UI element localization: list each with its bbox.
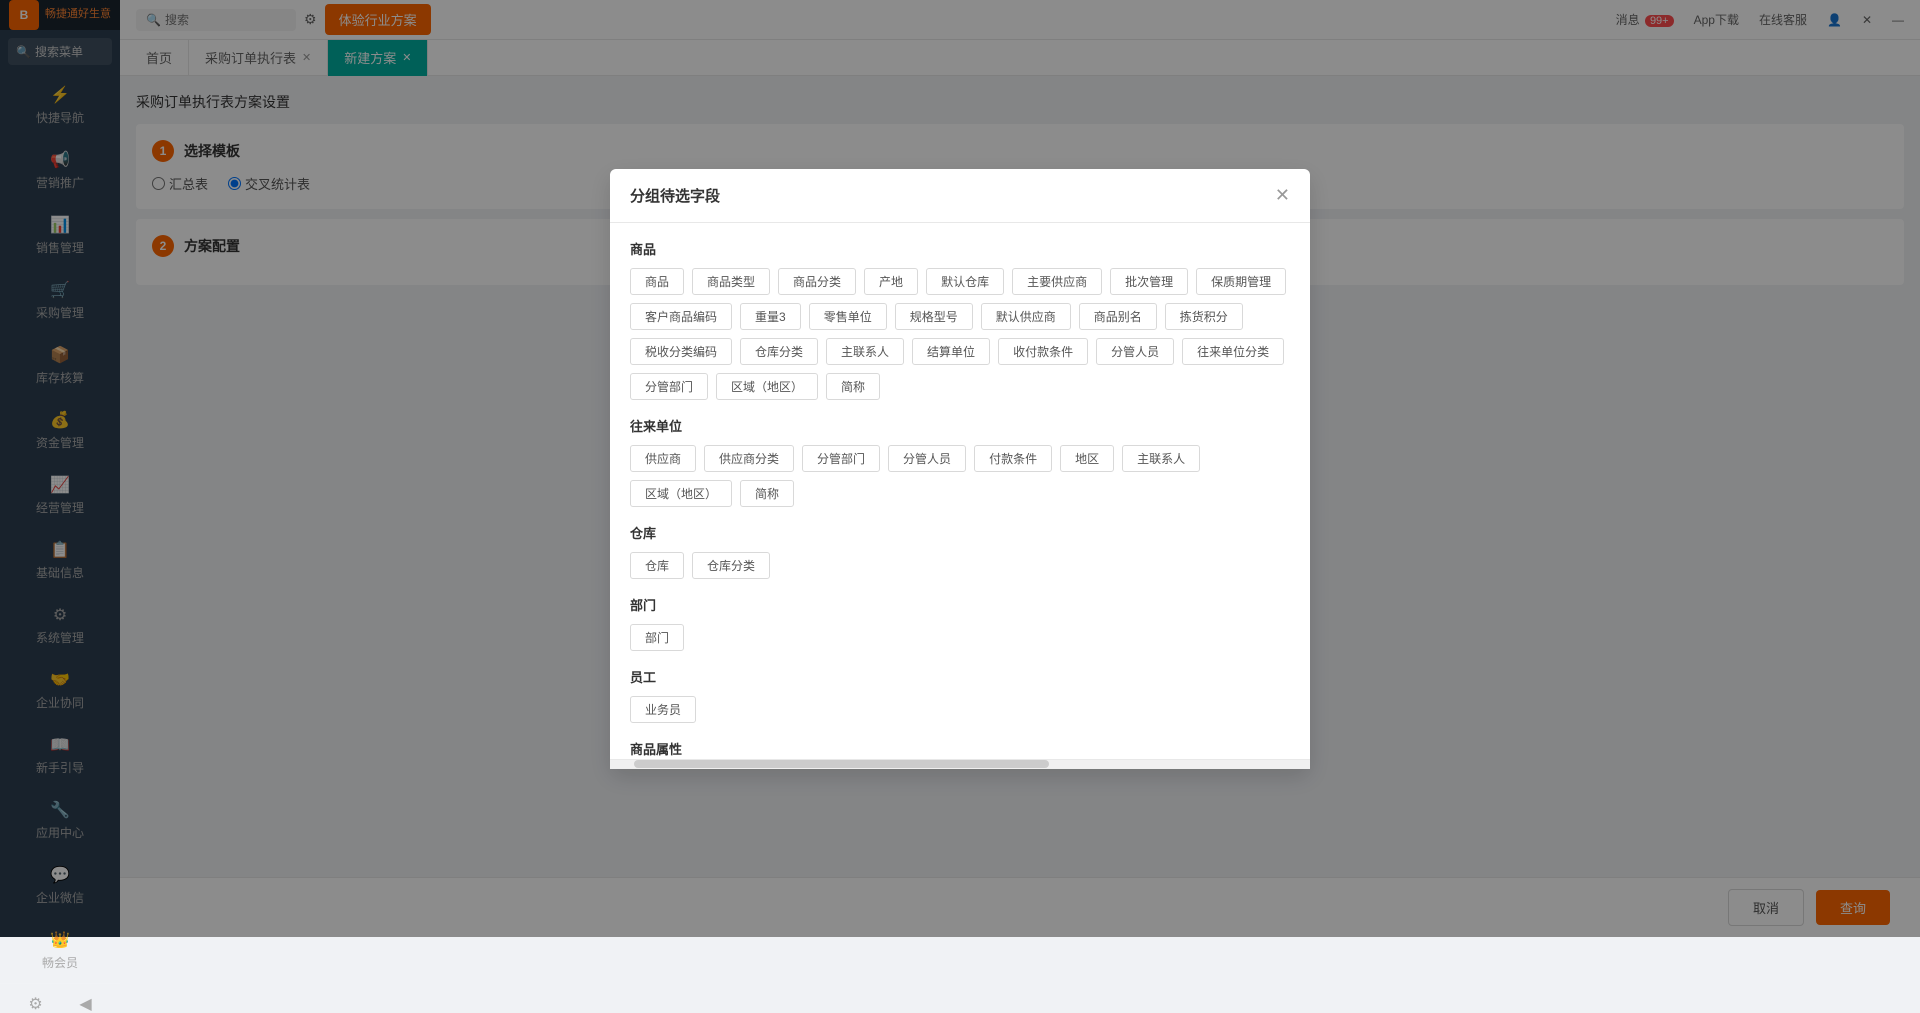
field-tag-0-2[interactable]: 商品分类 [778,268,856,295]
modal-close-btn[interactable]: ✕ [1275,185,1290,206]
field-tag-0-4[interactable]: 默认仓库 [926,268,1004,295]
field-tag-1-3[interactable]: 分管人员 [888,445,966,472]
field-tag-0-19[interactable]: 收付款条件 [998,338,1088,365]
modal-hscroll[interactable] [610,759,1310,769]
field-tag-1-7[interactable]: 区域（地区） [630,480,732,507]
field-tag-0-3[interactable]: 产地 [864,268,918,295]
field-tag-1-4[interactable]: 付款条件 [974,445,1052,472]
field-tag-0-14[interactable]: 拣货积分 [1165,303,1243,330]
field-tags-3: 部门 [630,624,1290,651]
field-tags-4: 业务员 [630,696,1290,723]
field-tag-0-9[interactable]: 重量3 [740,303,801,330]
modal-title: 分组待选字段 [630,185,720,206]
field-tag-0-1[interactable]: 商品类型 [692,268,770,295]
field-section-0: 商品商品商品类型商品分类产地默认仓库主要供应商批次管理保质期管理客户商品编码重量… [630,239,1290,400]
field-tag-2-0[interactable]: 仓库 [630,552,684,579]
field-tag-0-21[interactable]: 往来单位分类 [1182,338,1284,365]
field-tag-4-0[interactable]: 业务员 [630,696,696,723]
field-tags-2: 仓库仓库分类 [630,552,1290,579]
field-tag-0-24[interactable]: 简称 [826,373,880,400]
field-tag-1-2[interactable]: 分管部门 [802,445,880,472]
field-section-title-1: 往来单位 [630,416,1290,435]
field-tag-0-0[interactable]: 商品 [630,268,684,295]
field-tag-0-18[interactable]: 结算单位 [912,338,990,365]
field-section-3: 部门部门 [630,595,1290,651]
field-section-2: 仓库仓库仓库分类 [630,523,1290,579]
field-section-title-5: 商品属性 [630,739,1290,758]
field-section-1: 往来单位供应商供应商分类分管部门分管人员付款条件地区主联系人区域（地区） 简称 [630,416,1290,507]
field-tag-3-0[interactable]: 部门 [630,624,684,651]
modal-hscroll-thumb [634,760,1049,768]
modal-header: 分组待选字段 ✕ [610,169,1310,223]
field-section-title-3: 部门 [630,595,1290,614]
field-tag-0-20[interactable]: 分管人员 [1096,338,1174,365]
modal-overlay: 分组待选字段 ✕ 商品商品商品类型商品分类产地默认仓库主要供应商批次管理保质期管… [0,0,1920,937]
modal-body[interactable]: 商品商品商品类型商品分类产地默认仓库主要供应商批次管理保质期管理客户商品编码重量… [610,223,1310,759]
field-tag-0-15[interactable]: 税收分类编码 [630,338,732,365]
field-tag-2-1[interactable]: 仓库分类 [692,552,770,579]
field-tag-0-22[interactable]: 分管部门 [630,373,708,400]
field-tags-0: 商品商品类型商品分类产地默认仓库主要供应商批次管理保质期管理客户商品编码重量3 零… [630,268,1290,400]
field-tag-0-12[interactable]: 默认供应商 [981,303,1071,330]
field-section-title-4: 员工 [630,667,1290,686]
field-section-title-2: 仓库 [630,523,1290,542]
field-section-4: 员工业务员 [630,667,1290,723]
field-tag-1-6[interactable]: 主联系人 [1122,445,1200,472]
field-tag-1-5[interactable]: 地区 [1060,445,1114,472]
field-tag-1-8[interactable]: 简称 [740,480,794,507]
field-section-title-0: 商品 [630,239,1290,258]
modal: 分组待选字段 ✕ 商品商品商品类型商品分类产地默认仓库主要供应商批次管理保质期管… [610,169,1310,769]
field-tag-1-1[interactable]: 供应商分类 [704,445,794,472]
field-tag-0-16[interactable]: 仓库分类 [740,338,818,365]
field-tags-1: 供应商供应商分类分管部门分管人员付款条件地区主联系人区域（地区） 简称 [630,445,1290,507]
field-tag-0-13[interactable]: 商品别名 [1079,303,1157,330]
field-tag-0-23[interactable]: 区域（地区） [716,373,818,400]
field-tag-0-11[interactable]: 规格型号 [895,303,973,330]
field-tag-0-5[interactable]: 主要供应商 [1012,268,1102,295]
field-tag-1-0[interactable]: 供应商 [630,445,696,472]
field-tag-0-7[interactable]: 保质期管理 [1196,268,1286,295]
field-tag-0-6[interactable]: 批次管理 [1110,268,1188,295]
field-tag-0-8[interactable]: 客户商品编码 [630,303,732,330]
field-tag-0-17[interactable]: 主联系人 [826,338,904,365]
field-tag-0-10[interactable]: 零售单位 [809,303,887,330]
field-section-5: 商品属性属性颜色多规格尺码鞋码1 [630,739,1290,759]
